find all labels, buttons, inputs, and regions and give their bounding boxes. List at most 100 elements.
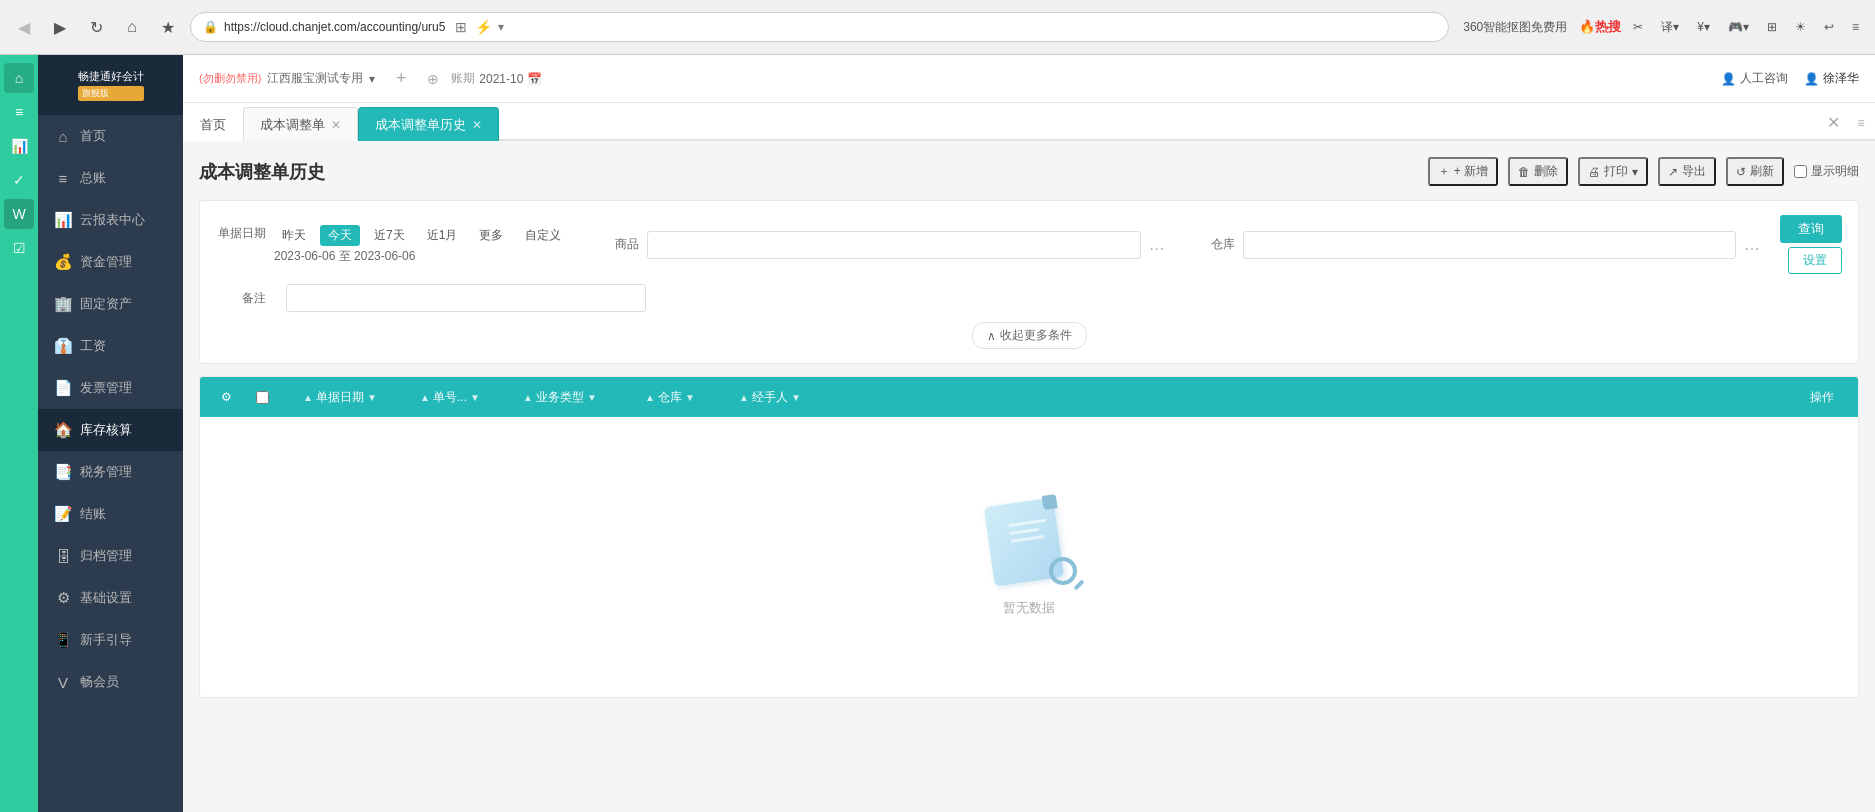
date-btn-7days[interactable]: 近7天 (366, 225, 413, 246)
warehouse-sort-up-icon: ▲ (645, 392, 655, 403)
url-bar[interactable]: 🔒 https://cloud.chanjet.com/accounting/u… (190, 12, 1449, 42)
tab-more-button[interactable]: ≡ (1847, 106, 1875, 140)
company-selector[interactable]: (勿删勿禁用) 江西服宝测试专用 ▾ (199, 70, 375, 87)
empty-illustration (979, 497, 1079, 587)
top-bar: (勿删勿禁用) 江西服宝测试专用 ▾ + ⊕ 账期 2021-10 📅 👤 人工… (183, 55, 1875, 103)
add-company-button[interactable]: + (387, 65, 415, 93)
sidebar-item-general-ledger[interactable]: ≡ 总账 (38, 157, 183, 199)
forward-button[interactable]: ▶ (46, 13, 74, 41)
collapse-button[interactable]: ∧ 收起更多条件 (972, 322, 1087, 349)
tab-cost-adj-close[interactable]: ✕ (331, 118, 341, 132)
th-voucher[interactable]: ▲ 单号... ▼ (400, 389, 500, 406)
tab-close-all-button[interactable]: ✕ (1819, 106, 1847, 140)
hot-search-badge[interactable]: 🔥热搜 (1579, 18, 1621, 36)
strip-ledger[interactable]: ≡ (4, 97, 34, 127)
ledger-icon: ≡ (54, 170, 72, 187)
th-settings[interactable]: ⚙ (208, 390, 244, 404)
app-wrapper: ⌂ ≡ 📊 ✓ W ☑ 畅捷通好会计 旗舰版 ⌂ 首页 ≡ 总账 📊 云报表中心… (0, 55, 1875, 812)
sidebar-item-cloud-reports[interactable]: 📊 云报表中心 (38, 199, 183, 241)
strip-weibo[interactable]: W (4, 199, 34, 229)
date-btn-yesterday[interactable]: 昨天 (274, 225, 314, 246)
calendar-icon[interactable]: 📅 (527, 72, 542, 86)
refresh-button[interactable]: ↺ 刷新 (1726, 157, 1784, 186)
game-tool[interactable]: 🎮▾ (1722, 18, 1755, 36)
th-handler[interactable]: ▲ 经手人 ▼ (720, 389, 820, 406)
bookmark-button[interactable]: ★ (154, 13, 182, 41)
sidebar-item-membership[interactable]: V 畅会员 (38, 661, 183, 703)
query-button[interactable]: 查询 (1780, 215, 1842, 243)
th-date[interactable]: ▲ 单据日期 ▼ (280, 389, 400, 406)
goods-more-icon[interactable]: … (1149, 236, 1165, 254)
tab-home-label: 首页 (200, 116, 226, 134)
th-checkbox[interactable] (244, 391, 280, 404)
strip-check2[interactable]: ☑ (4, 233, 34, 263)
th-biz-type[interactable]: ▲ 业务类型 ▼ (500, 389, 620, 406)
export-label: 导出 (1682, 163, 1706, 180)
goods-input[interactable] (647, 231, 1140, 259)
search-tool[interactable]: 360智能抠图免费用 (1457, 17, 1573, 38)
date-btn-custom[interactable]: 自定义 (517, 225, 569, 246)
fund-icon: 💰 (54, 253, 72, 271)
sidebar-item-new-guide[interactable]: 📱 新手引导 (38, 619, 183, 661)
sidebar-item-closing[interactable]: 📝 结账 (38, 493, 183, 535)
date-btn-1month[interactable]: 近1月 (419, 225, 466, 246)
sidebar-item-fund-mgmt[interactable]: 💰 资金管理 (38, 241, 183, 283)
sidebar-item-archive-mgmt[interactable]: 🗄 归档管理 (38, 535, 183, 577)
sidebar-label-tax: 税务管理 (80, 463, 132, 481)
refresh-label: 刷新 (1750, 163, 1774, 180)
browser-lightning-icon: ⚡ (475, 19, 492, 35)
tab-home[interactable]: 首页 (183, 107, 243, 141)
customer-service-button[interactable]: 👤 人工咨询 (1721, 70, 1788, 87)
menu-tool[interactable]: ≡ (1846, 18, 1865, 36)
tax-icon: 📑 (54, 463, 72, 481)
tab-cost-adj-history[interactable]: 成本调整单历史 ✕ (358, 107, 499, 141)
remarks-input[interactable] (286, 284, 646, 312)
new-button[interactable]: ＋ + 新增 (1428, 157, 1498, 186)
th-warehouse[interactable]: ▲ 仓库 ▼ (620, 389, 720, 406)
sidebar: 畅捷通好会计 旗舰版 ⌂ 首页 ≡ 总账 📊 云报表中心 💰 资金管理 🏢 固定… (38, 55, 183, 812)
sidebar-item-basic-settings[interactable]: ⚙ 基础设置 (38, 577, 183, 619)
back-button[interactable]: ◀ (10, 13, 38, 41)
strip-chart[interactable]: 📊 (4, 131, 34, 161)
translate-tool[interactable]: 译▾ (1655, 17, 1685, 38)
scissors-tool[interactable]: ✂ (1627, 18, 1649, 36)
company-settings-icon[interactable]: ⊕ (427, 71, 439, 87)
user-profile-button[interactable]: 👤 徐泽华 (1804, 70, 1859, 87)
reports-icon: 📊 (54, 211, 72, 229)
show-columns-checkbox[interactable] (1794, 165, 1807, 178)
url-text: https://cloud.chanjet.com/accounting/uru… (224, 20, 445, 34)
company-dropdown-icon: ▾ (369, 72, 375, 86)
sidebar-item-inventory[interactable]: 🏠 库存核算 (38, 409, 183, 451)
warehouse-input[interactable] (1243, 231, 1736, 259)
sidebar-item-fixed-assets[interactable]: 🏢 固定资产 (38, 283, 183, 325)
date-btn-more[interactable]: 更多 (471, 225, 511, 246)
date-btn-today[interactable]: 今天 (320, 225, 360, 246)
warehouse-more-icon[interactable]: … (1744, 236, 1760, 254)
print-button[interactable]: 🖨 打印 ▾ (1578, 157, 1648, 186)
delete-button[interactable]: 🗑 删除 (1508, 157, 1568, 186)
strip-check[interactable]: ✓ (4, 165, 34, 195)
settings-button[interactable]: 设置 (1788, 247, 1842, 274)
grid-tool[interactable]: ⊞ (1761, 18, 1783, 36)
strip-home[interactable]: ⌂ (4, 63, 34, 93)
tab-cost-adj[interactable]: 成本调整单 ✕ (243, 107, 358, 141)
warehouse-sort-down-icon: ▼ (685, 392, 695, 403)
sidebar-item-home[interactable]: ⌂ 首页 (38, 115, 183, 157)
sidebar-label-home: 首页 (80, 127, 106, 145)
currency-tool[interactable]: ¥▾ (1691, 18, 1716, 36)
show-columns-label[interactable]: 显示明细 (1794, 163, 1859, 180)
filter-panel: 单据日期 昨天 今天 近7天 近1月 更多 自定义 2023-06-06 至 2… (199, 200, 1859, 364)
export-button[interactable]: ↗ 导出 (1658, 157, 1716, 186)
page-area: 成本调整单历史 ＋ + 新增 🗑 删除 🖨 打印 ▾ (183, 141, 1875, 812)
tab-cost-adj-history-close[interactable]: ✕ (472, 118, 482, 132)
sun-tool[interactable]: ☀ (1789, 18, 1812, 36)
undo-tool[interactable]: ↩ (1818, 18, 1840, 36)
th-actions-label: 操作 (1810, 390, 1834, 404)
select-all-checkbox[interactable] (256, 391, 269, 404)
sidebar-item-salary[interactable]: 👔 工资 (38, 325, 183, 367)
sidebar-item-invoice-mgmt[interactable]: 📄 发票管理 (38, 367, 183, 409)
refresh-button[interactable]: ↻ (82, 13, 110, 41)
sidebar-item-tax-mgmt[interactable]: 📑 税务管理 (38, 451, 183, 493)
guide-icon: 📱 (54, 631, 72, 649)
home-button[interactable]: ⌂ (118, 13, 146, 41)
